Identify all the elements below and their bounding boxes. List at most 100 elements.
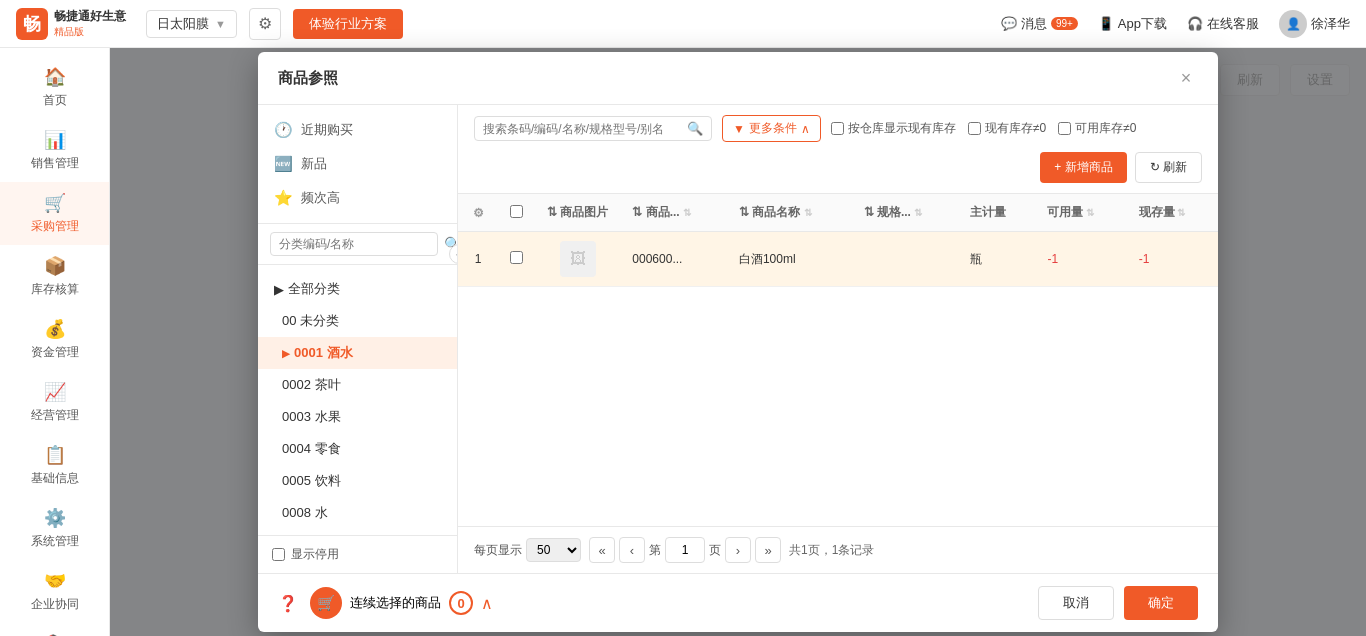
sidebar: 🏠 首页 📊 销售管理 🛒 采购管理 📦 库存核算 💰 资金管理 📈 经营管理 … xyxy=(0,48,110,636)
cooperation-icon: 🤝 xyxy=(44,570,66,592)
col-settings[interactable]: ⚙ xyxy=(458,194,498,232)
category-0001[interactable]: ▶ 0001 酒水 xyxy=(258,337,457,369)
avatar: 👤 xyxy=(1279,10,1307,38)
add-product-button[interactable]: + 新增商品 xyxy=(1040,152,1126,183)
show-disabled-label: 显示停用 xyxy=(291,546,339,563)
cancel-button[interactable]: 取消 xyxy=(1038,586,1114,620)
recent-purchase-label: 近期购买 xyxy=(301,121,353,139)
user-profile[interactable]: 👤 徐泽华 xyxy=(1279,10,1350,38)
code-header-sort-icon: ⇅ xyxy=(632,205,642,219)
sidebar-item-inventory[interactable]: 📦 库存核算 xyxy=(0,245,109,308)
more-filter-button[interactable]: ▼ 更多条件 ∧ xyxy=(722,115,821,142)
all-category-arrow: ▶ xyxy=(274,282,284,297)
nav-dropdown[interactable]: 日太阳膜 ▼ xyxy=(146,10,237,38)
per-page-select[interactable]: 50 20 100 xyxy=(526,538,581,562)
all-category-label: 全部分类 xyxy=(288,280,340,298)
sidebar-item-home[interactable]: 🏠 首页 xyxy=(0,56,109,119)
column-settings-icon[interactable]: ⚙ xyxy=(473,206,484,220)
filter-icon: ▼ xyxy=(733,122,745,136)
cart-button[interactable]: 🛒 xyxy=(310,587,342,619)
cart-count: 0 xyxy=(449,591,473,615)
collapse-cart-button[interactable]: ∧ xyxy=(481,594,493,613)
category-all[interactable]: ▶ 全部分类 xyxy=(258,273,457,305)
checkbox-warehouse-label: 按仓库显示现有库存 xyxy=(848,120,956,137)
checkbox-warehouse-input[interactable] xyxy=(831,122,844,135)
confirm-button[interactable]: 确定 xyxy=(1124,586,1198,620)
select-all-checkbox[interactable] xyxy=(510,205,523,218)
sidebar-item-guide[interactable]: 📚 新手引导 xyxy=(0,623,109,636)
col-spec-header[interactable]: ⇅ 规格... xyxy=(852,194,959,232)
sidebar-label-basic-info: 基础信息 xyxy=(31,470,79,487)
show-disabled-checkbox[interactable] xyxy=(272,548,285,561)
system-icon: ⚙️ xyxy=(44,507,66,529)
messages-icon: 💬 xyxy=(1001,16,1017,31)
cat-0001-label: 0001 酒水 xyxy=(294,344,353,362)
page-last-button[interactable]: » xyxy=(755,537,781,563)
col-code-header[interactable]: ⇅ 商品... xyxy=(620,194,727,232)
category-0003[interactable]: 0003 水果 xyxy=(258,401,457,433)
cat-0002-label: 0002 茶叶 xyxy=(282,376,341,394)
sidebar-item-sales[interactable]: 📊 销售管理 xyxy=(0,119,109,182)
category-0002[interactable]: 0002 茶叶 xyxy=(258,369,457,401)
messages-button[interactable]: 💬 消息 99+ xyxy=(1001,15,1078,33)
top-nav: 畅 畅捷通好生意 精品版 日太阳膜 ▼ ⚙ 体验行业方案 💬 消息 99+ 📱 … xyxy=(0,0,1366,48)
checkbox-available-label: 可用库存≠0 xyxy=(1075,120,1136,137)
checkbox-by-warehouse[interactable]: 按仓库显示现有库存 xyxy=(831,120,956,137)
page-total-label: 共1页，1条记录 xyxy=(789,542,874,559)
online-service-label: 在线客服 xyxy=(1207,15,1259,33)
online-service-button[interactable]: 🎧 在线客服 xyxy=(1187,15,1259,33)
headset-icon: 🎧 xyxy=(1187,16,1203,31)
checkbox-available-input[interactable] xyxy=(1058,122,1071,135)
page-next-button[interactable]: › xyxy=(725,537,751,563)
settings-button[interactable]: ⚙ xyxy=(249,8,281,40)
inventory-icon: 📦 xyxy=(44,255,66,277)
col-stock-header[interactable]: 现存量 xyxy=(1127,194,1218,232)
refresh-button[interactable]: ↻ 刷新 xyxy=(1135,152,1202,183)
category-0005[interactable]: 0005 饮料 xyxy=(258,465,457,497)
left-panel-footer: 显示停用 xyxy=(258,535,457,573)
col-image-header: ⇅ 商品图片 xyxy=(535,194,620,232)
page-prev-button[interactable]: ‹ xyxy=(619,537,645,563)
category-00[interactable]: 00 未分类 xyxy=(258,305,457,337)
category-0008[interactable]: 0008 水 xyxy=(258,497,457,529)
sidebar-item-purchase[interactable]: 🛒 采购管理 xyxy=(0,182,109,245)
nav-dropdown-label: 日太阳膜 xyxy=(157,15,209,33)
checkbox-stock-not-zero[interactable]: 现有库存≠0 xyxy=(968,120,1046,137)
category-0004[interactable]: 0004 零食 xyxy=(258,433,457,465)
category-search-input[interactable] xyxy=(270,232,438,256)
filter-checkboxes: 按仓库显示现有库存 现有库存≠0 可用库存≠0 xyxy=(831,120,1137,137)
help-icon[interactable]: ❓ xyxy=(278,594,298,613)
tab-recent-purchase[interactable]: 🕐 近期购买 xyxy=(258,113,457,147)
sidebar-label-cooperation: 企业协同 xyxy=(31,596,79,613)
checkbox-available-not-zero[interactable]: 可用库存≠0 xyxy=(1058,120,1136,137)
right-actions: + 新增商品 ↻ 刷新 xyxy=(1040,152,1202,183)
col-name-header[interactable]: ⇅ 商品名称 xyxy=(727,194,852,232)
sidebar-item-system[interactable]: ⚙️ 系统管理 xyxy=(0,497,109,560)
footer-buttons: 取消 确定 xyxy=(1038,586,1198,620)
modal-close-button[interactable]: × xyxy=(1174,66,1198,90)
row-checkbox[interactable] xyxy=(510,251,523,264)
sidebar-item-cooperation[interactable]: 🤝 企业协同 xyxy=(0,560,109,623)
sidebar-item-basic-info[interactable]: 📋 基础信息 xyxy=(0,434,109,497)
sidebar-item-operations[interactable]: 📈 经营管理 xyxy=(0,371,109,434)
page-first-button[interactable]: « xyxy=(589,537,615,563)
sidebar-item-finance[interactable]: 💰 资金管理 xyxy=(0,308,109,371)
logo-area: 畅 畅捷通好生意 精品版 xyxy=(16,8,126,40)
sidebar-label-system: 系统管理 xyxy=(31,533,79,550)
messages-label: 消息 xyxy=(1021,15,1047,33)
product-search-icon[interactable]: 🔍 xyxy=(687,121,703,136)
checkbox-stock-input[interactable] xyxy=(968,122,981,135)
trial-button[interactable]: 体验行业方案 xyxy=(293,9,403,39)
table-row[interactable]: 1 🖼 000600... 白酒100ml xyxy=(458,232,1218,287)
tab-new-products[interactable]: 🆕 新品 xyxy=(258,147,457,181)
tab-frequent[interactable]: ⭐ 频次高 xyxy=(258,181,457,215)
cat-0001-arrow: ▶ xyxy=(282,348,290,359)
per-page-label: 每页显示 xyxy=(474,542,522,559)
page-number-input[interactable] xyxy=(665,537,705,563)
app-download-button[interactable]: 📱 App下载 xyxy=(1098,15,1167,33)
sidebar-label-finance: 资金管理 xyxy=(31,344,79,361)
sidebar-label-inventory: 库存核算 xyxy=(31,281,79,298)
product-search-input[interactable] xyxy=(483,122,683,136)
col-available-header[interactable]: 可用量 xyxy=(1035,194,1126,232)
product-reference-modal: 商品参照 × 🕐 近期购买 🆕 xyxy=(258,52,1218,632)
